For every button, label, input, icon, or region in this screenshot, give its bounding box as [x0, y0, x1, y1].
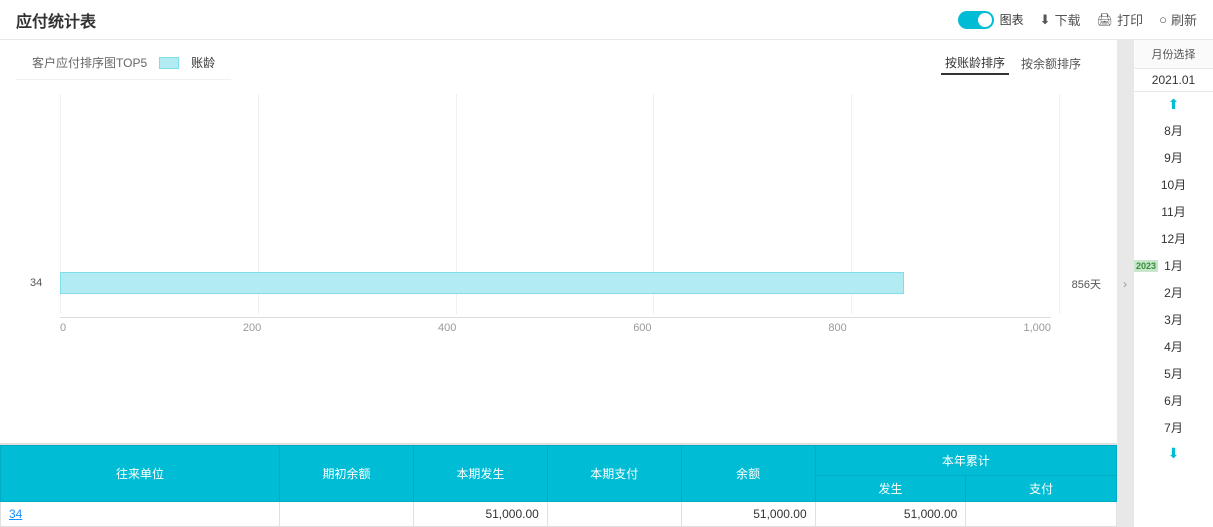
toggle-thumb — [978, 13, 992, 27]
legend-color — [159, 57, 179, 69]
month-item-2[interactable]: 2月 — [1134, 279, 1213, 306]
print-label: 打印 — [1117, 10, 1143, 29]
col-occurrence-header: 本期发生 — [413, 446, 547, 502]
chevron-up-icon: ⬆ — [1168, 96, 1180, 113]
col-ytd-payment-header: 支付 — [966, 476, 1117, 502]
ytd-occurrence-cell: 51,000.00 — [815, 502, 966, 527]
month-item-1[interactable]: 2023 1月 — [1134, 252, 1213, 279]
chart-legend: 客户应付排序图TOP5 账龄 — [16, 46, 231, 80]
table-section: 往来单位 期初余额 本期发生 本期支付 余额 本年累计 发生 支付 — [0, 443, 1117, 527]
month-item-12[interactable]: 12月 — [1134, 225, 1213, 252]
print-button[interactable]: 🖨 打印 — [1097, 10, 1144, 29]
chart-area: 34 856天 0 200 400 600 800 1,000 — [0, 84, 1117, 443]
ytd-payment-cell — [966, 502, 1117, 527]
legend-color-label: 账龄 — [191, 54, 215, 71]
legend-title: 客户应付排序图TOP5 — [32, 54, 147, 71]
payment-cell — [547, 502, 681, 527]
month-item-5[interactable]: 5月 — [1134, 360, 1213, 387]
col-ytd-header: 本年累计 — [815, 446, 1116, 476]
print-icon: 🖨 — [1097, 12, 1114, 28]
unit-link[interactable]: 34 — [9, 507, 22, 521]
chart-toggle[interactable]: 图表 — [958, 11, 1024, 29]
x-tick-800: 800 — [828, 322, 846, 334]
x-tick-0: 0 — [60, 322, 66, 334]
sidebar-header: 月份选择 — [1134, 40, 1213, 69]
month-item-11[interactable]: 11月 — [1134, 198, 1213, 225]
table-header: 往来单位 期初余额 本期发生 本期支付 余额 本年累计 — [1, 446, 1117, 476]
month-item-10[interactable]: 10月 — [1134, 171, 1213, 198]
month-item-6[interactable]: 6月 — [1134, 387, 1213, 414]
chart-label: 图表 — [1000, 11, 1024, 28]
header-actions: 图表 ⬇ 下载 🖨 打印 ○ 刷新 — [958, 10, 1197, 29]
sort-by-amount-button[interactable]: 按账龄排序 — [941, 52, 1009, 75]
download-label: 下载 — [1055, 10, 1081, 29]
refresh-label: 刷新 — [1171, 10, 1197, 29]
balance-cell: 51,000.00 — [681, 502, 815, 527]
chevron-down-icon: ⬇ — [1168, 445, 1180, 462]
month-item-9[interactable]: 9月 — [1134, 144, 1213, 171]
download-icon: ⬇ — [1040, 12, 1051, 28]
year-marker: 2023 — [1134, 260, 1158, 272]
sort-by-balance-button[interactable]: 按余额排序 — [1017, 53, 1085, 74]
occurrence-cell: 51,000.00 — [413, 502, 547, 527]
nav-up-button[interactable]: ⬆ — [1134, 92, 1213, 117]
x-tick-400: 400 — [438, 322, 456, 334]
col-payment-header: 本期支付 — [547, 446, 681, 502]
month-selector-sidebar: 月份选择 ⬆ 8月 9月 10月 11月 12月 2023 1月 2月 3月 4… — [1133, 40, 1213, 527]
refresh-icon: ○ — [1159, 12, 1167, 27]
data-table: 往来单位 期初余额 本期发生 本期支付 余额 本年累计 发生 支付 — [0, 445, 1117, 527]
table-row: 34 51,000.00 51,000.00 51,000.00 — [1, 502, 1117, 527]
bar-end-label: 856天 — [1072, 276, 1101, 292]
toggle-track[interactable] — [958, 11, 994, 29]
month-item-8[interactable]: 8月 — [1134, 117, 1213, 144]
page-title: 应付统计表 — [16, 8, 96, 32]
sidebar-toggle-button[interactable]: › — [1117, 40, 1133, 527]
refresh-button[interactable]: ○ 刷新 — [1159, 10, 1197, 29]
col-opening-header: 期初余额 — [280, 446, 414, 502]
unit-cell: 34 — [1, 502, 280, 527]
month-item-3[interactable]: 3月 — [1134, 306, 1213, 333]
col-ytd-occurrence-header: 发生 — [815, 476, 966, 502]
x-tick-200: 200 — [243, 322, 261, 334]
bar-chart: 34 856天 0 200 400 600 800 1,000 — [60, 94, 1101, 334]
opening-balance-cell — [280, 502, 414, 527]
nav-down-button[interactable]: ⬇ — [1134, 441, 1213, 466]
col-balance-header: 余额 — [681, 446, 815, 502]
month-item-4[interactable]: 4月 — [1134, 333, 1213, 360]
x-tick-600: 600 — [633, 322, 651, 334]
month-item-7[interactable]: 7月 — [1134, 414, 1213, 441]
bar-y-label: 34 — [30, 277, 42, 289]
year-input[interactable] — [1134, 69, 1213, 92]
x-tick-1000: 1,000 — [1023, 322, 1051, 334]
chevron-right-icon: › — [1123, 277, 1127, 291]
download-button[interactable]: ⬇ 下载 — [1040, 10, 1081, 29]
col-unit-header: 往来单位 — [1, 446, 280, 502]
sort-buttons: 按账龄排序 按余额排序 — [925, 52, 1101, 75]
